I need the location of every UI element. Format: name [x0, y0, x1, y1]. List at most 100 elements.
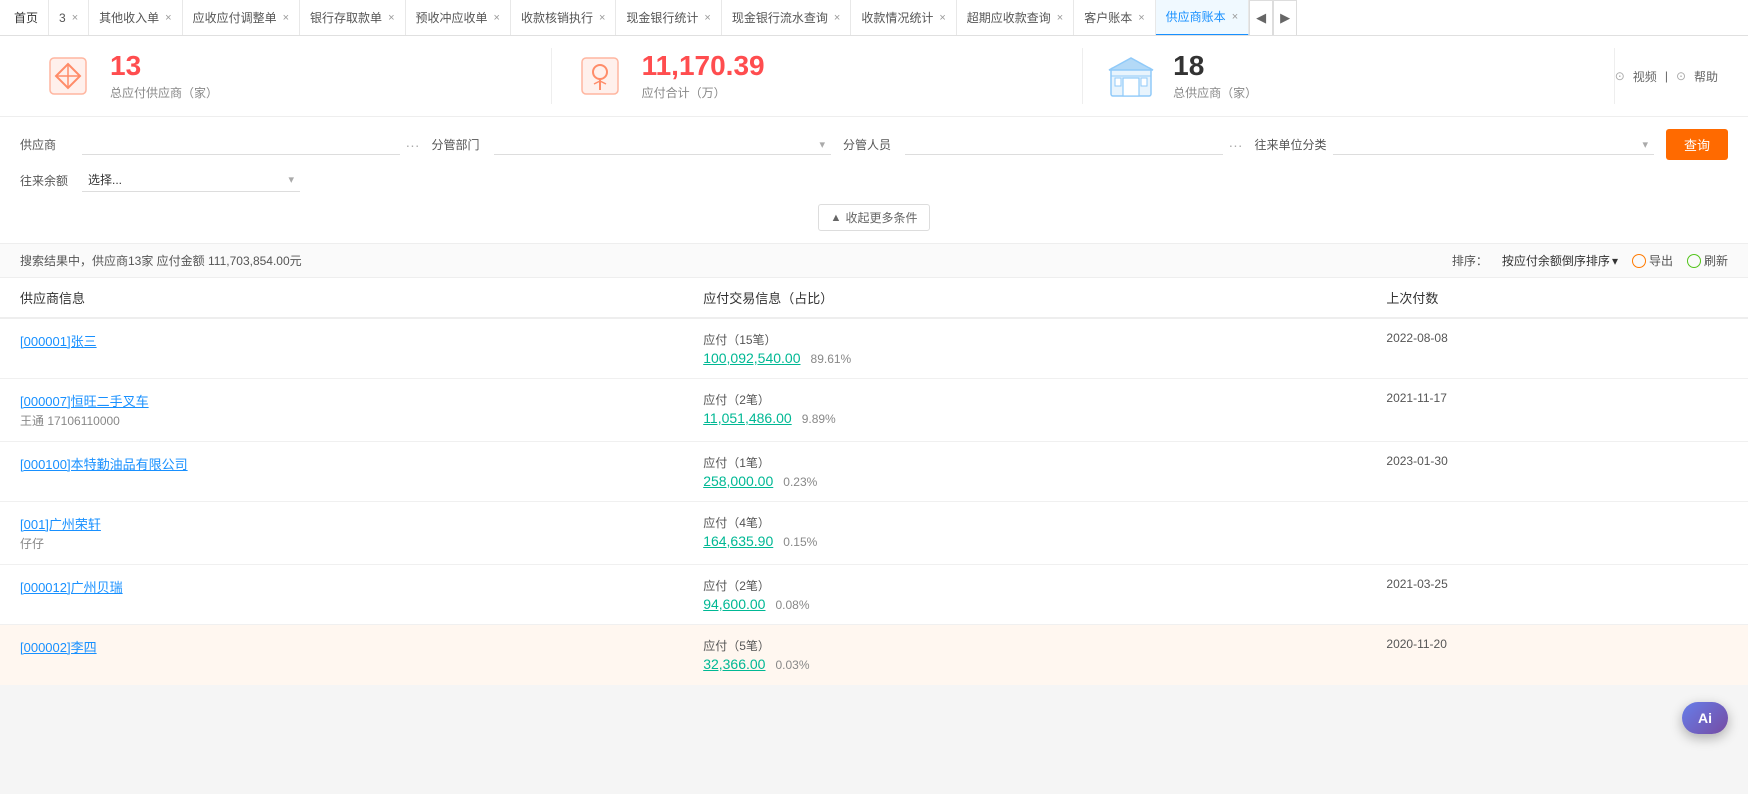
tx-percent-3: 0.23%	[783, 475, 817, 489]
col-lastpay-header: 上次付数	[1386, 288, 1728, 307]
tx-row-6: 32,366.00 0.03%	[703, 656, 1386, 672]
supplier-link-2[interactable]: [000007]恒旺二手叉车	[20, 394, 149, 409]
nav-tab-collection-label: 收款核销执行	[521, 9, 593, 26]
balance-label: 往来余额	[20, 172, 76, 189]
refresh-icon	[1687, 254, 1701, 268]
tx-row-4: 164,635.90 0.15%	[703, 533, 1386, 549]
ai-button[interactable]: Ai	[1682, 702, 1728, 734]
tx-amount-6[interactable]: 32,366.00	[703, 656, 765, 672]
nav-tab-customer-ledger-label: 客户账本	[1084, 9, 1132, 26]
tx-info-3: 应付（1笔） 258,000.00 0.23%	[703, 454, 1386, 489]
nav-tab-home[interactable]: 首页	[4, 0, 49, 36]
nav-tab-3[interactable]: 3 ×	[49, 0, 89, 36]
close-icon[interactable]: ×	[939, 12, 945, 24]
table-row: [000007]恒旺二手叉车 王通 17106110000 应付（2笔） 11,…	[0, 379, 1748, 442]
data-table: 供应商信息 应付交易信息（占比） 上次付数 [000001]张三 应付（15笔）…	[0, 278, 1748, 685]
filter-person: 分管人员 ···	[843, 134, 1243, 155]
tx-amount-2[interactable]: 11,051,486.00	[703, 410, 792, 426]
video-link[interactable]: 视频	[1633, 68, 1657, 85]
filter-category: 往来单位分类 ▾	[1255, 135, 1655, 155]
nav-tab-collection-stat[interactable]: 收款情况统计 ×	[851, 0, 956, 36]
category-select[interactable]: ▾	[1333, 135, 1654, 155]
help-link[interactable]: 帮助	[1694, 68, 1718, 85]
tx-label-1: 应付（15笔）	[703, 331, 1386, 348]
nav-tab-home-label: 首页	[14, 9, 38, 26]
supplier-info-1: [000001]张三	[20, 331, 703, 350]
tx-info-2: 应付（2笔） 11,051,486.00 9.89%	[703, 391, 1386, 426]
total-suppliers-number: 18	[1173, 51, 1257, 82]
sort-select[interactable]: 按应付余额倒序排序 ▾	[1502, 252, 1618, 269]
supplier-link-5[interactable]: [000012]广州贝瑞	[20, 580, 123, 595]
chevron-down-icon-3: ▾	[288, 173, 294, 186]
balance-select-value: 选择...	[88, 171, 122, 188]
export-label: 导出	[1649, 252, 1673, 269]
last-pay-2: 2021-11-17	[1386, 391, 1728, 405]
supplier-link-3[interactable]: [000100]本特勤油品有限公司	[20, 457, 188, 472]
nav-tab-cash-bank-flow[interactable]: 现金银行流水查询 ×	[722, 0, 851, 36]
col-tx-header: 应付交易信息（占比）	[703, 288, 1386, 307]
nav-tab-supplier-ledger[interactable]: 供应商账本 ×	[1156, 0, 1249, 36]
person-dots[interactable]: ···	[1229, 137, 1243, 153]
supplier-label: 供应商	[20, 136, 76, 153]
nav-tab-collection[interactable]: 收款核销执行 ×	[511, 0, 616, 36]
last-pay-1: 2022-08-08	[1386, 331, 1728, 345]
dept-select[interactable]: ▾	[494, 135, 832, 155]
tx-amount-4[interactable]: 164,635.90	[703, 533, 773, 549]
supplier-input[interactable]	[82, 134, 400, 155]
person-input[interactable]	[905, 134, 1223, 155]
tx-label-4: 应付（4笔）	[703, 514, 1386, 531]
tx-amount-5[interactable]: 94,600.00	[703, 596, 765, 612]
nav-tab-adjust[interactable]: 应收应付调整单 ×	[183, 0, 300, 36]
refresh-label: 刷新	[1704, 252, 1728, 269]
tx-amount-1[interactable]: 100,092,540.00	[703, 350, 800, 366]
nav-tab-cash-bank-stat[interactable]: 现金银行统计 ×	[616, 0, 721, 36]
nav-tab-other-income[interactable]: 其他收入单 ×	[89, 0, 182, 36]
nav-tab-prepay[interactable]: 预收冲应收单 ×	[406, 0, 511, 36]
close-icon[interactable]: ×	[388, 12, 394, 24]
payable-amount-text: 11,170.39 应付合计（万）	[642, 51, 765, 101]
export-button[interactable]: 导出	[1632, 252, 1673, 269]
supplier-link-1[interactable]: [000001]张三	[20, 334, 97, 349]
close-icon[interactable]: ×	[165, 12, 171, 24]
sort-label: 排序：	[1452, 252, 1488, 269]
supplier-link-4[interactable]: [001]广州荣轩	[20, 517, 101, 532]
supplier-dots[interactable]: ···	[406, 137, 420, 153]
close-icon[interactable]: ×	[599, 12, 605, 24]
close-icon[interactable]: ×	[1138, 12, 1144, 24]
supplier-link-6[interactable]: [000002]李四	[20, 640, 97, 655]
collapse-button[interactable]: ▲ 收起更多条件	[818, 204, 931, 231]
close-icon[interactable]: ×	[1057, 12, 1063, 24]
nav-prev-arrow[interactable]: ◀	[1249, 0, 1273, 36]
ai-label: Ai	[1698, 710, 1712, 726]
nav-tab-overdue[interactable]: 超期应收款查询 ×	[957, 0, 1074, 36]
chevron-down-icon: ▾	[819, 138, 825, 151]
last-pay-5: 2021-03-25	[1386, 577, 1728, 591]
supplier-info-5: [000012]广州贝瑞	[20, 577, 703, 596]
tx-amount-3[interactable]: 258,000.00	[703, 473, 773, 489]
chevron-down-icon-2: ▾	[1642, 138, 1648, 151]
close-icon[interactable]: ×	[494, 12, 500, 24]
nav-tab-overdue-label: 超期应收款查询	[967, 9, 1051, 26]
tx-info-5: 应付（2笔） 94,600.00 0.08%	[703, 577, 1386, 612]
nav-tab-other-income-label: 其他收入单	[99, 9, 159, 26]
close-icon[interactable]: ×	[283, 12, 289, 24]
collapse-label: 收起更多条件	[845, 209, 917, 226]
query-button[interactable]: 查询	[1666, 129, 1728, 160]
nav-next-arrow[interactable]: ▶	[1273, 0, 1297, 36]
nav-tab-customer-ledger[interactable]: 客户账本 ×	[1074, 0, 1155, 36]
nav-tab-bank[interactable]: 银行存取款单 ×	[300, 0, 405, 36]
table-row: [000001]张三 应付（15笔） 100,092,540.00 89.61%…	[0, 319, 1748, 379]
tx-label-6: 应付（5笔）	[703, 637, 1386, 654]
close-icon[interactable]: ×	[72, 12, 78, 24]
close-icon[interactable]: ×	[1232, 11, 1238, 23]
balance-select[interactable]: 选择... ▾	[82, 168, 300, 192]
close-icon[interactable]: ×	[704, 12, 710, 24]
nav-tab-prepay-label: 预收冲应收单	[416, 9, 488, 26]
close-icon[interactable]: ×	[834, 12, 840, 24]
filter-row-1: 供应商 ··· 分管部门 ▾ 分管人员 ··· 往来单位分类 ▾ 查询	[20, 129, 1728, 160]
refresh-button[interactable]: 刷新	[1687, 252, 1728, 269]
tx-row-2: 11,051,486.00 9.89%	[703, 410, 1386, 426]
nav-tab-cash-bank-stat-label: 现金银行统计	[626, 9, 698, 26]
supplier-info-2: [000007]恒旺二手叉车 王通 17106110000	[20, 391, 703, 429]
tx-info-1: 应付（15笔） 100,092,540.00 89.61%	[703, 331, 1386, 366]
